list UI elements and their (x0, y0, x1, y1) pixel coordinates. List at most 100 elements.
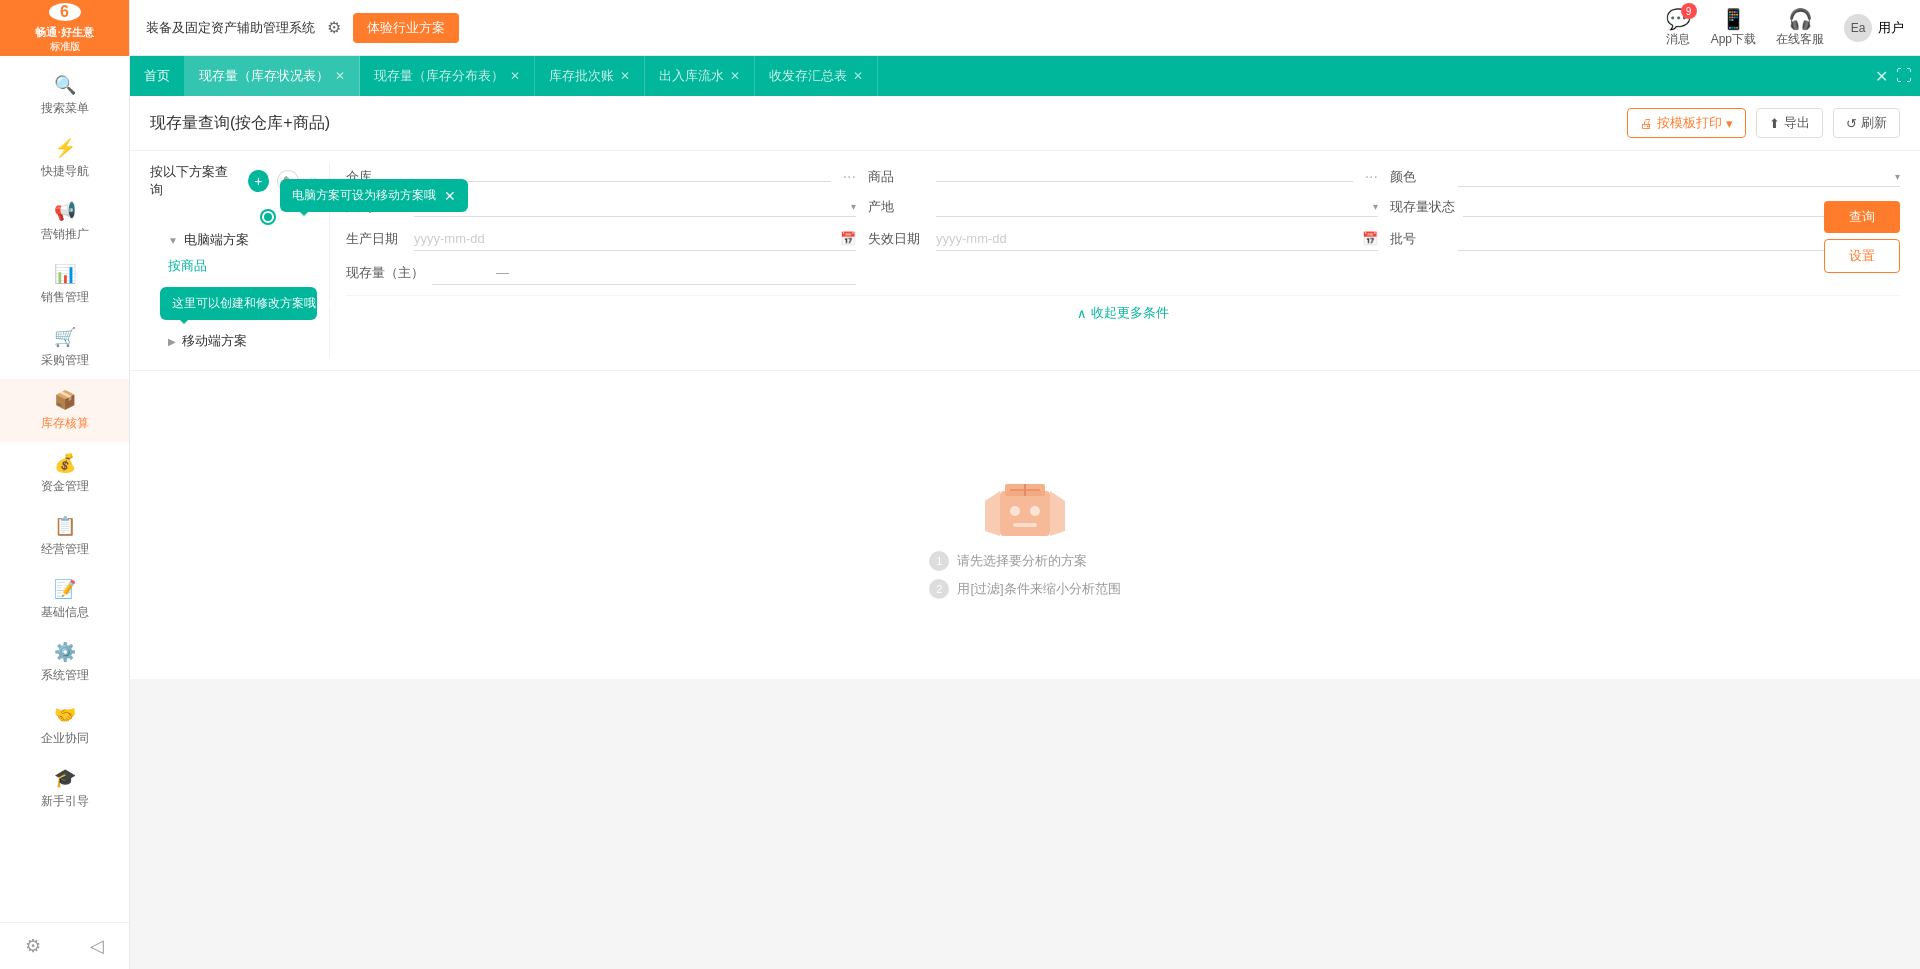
filter-row-2: 尺码 ▾ 产地 ▾ (346, 197, 1900, 217)
sidebar-item-enterprise[interactable]: 🤝 企业协同 (0, 694, 129, 757)
goods-dots-icon[interactable]: ··· (1365, 168, 1378, 186)
main-content: 现存量查询(按仓库+商品) 🖨 按模板打印 ▾ ⬆ 导出 ↺ 刷新 (130, 96, 1920, 969)
stock-sep: — (496, 265, 509, 280)
sidebar-item-quick-nav[interactable]: ⚡ 快捷导航 (0, 127, 129, 190)
svg-rect-0 (1000, 491, 1050, 536)
logo-area: 6 畅通·好生意 标准版 (0, 0, 129, 56)
produce-date-start[interactable]: yyyy-mm-dd 📅 (414, 227, 856, 251)
logo-sub: 标准版 (50, 40, 80, 54)
page-title: 现存量查询(按仓库+商品) (150, 113, 330, 134)
page-header: 现存量查询(按仓库+商品) 🖨 按模板打印 ▾ ⬆ 导出 ↺ 刷新 (130, 96, 1920, 151)
tab-home-label: 首页 (144, 67, 170, 85)
tab-close-icon[interactable]: ✕ (853, 69, 863, 83)
field-origin: 产地 ▾ (868, 197, 1378, 217)
tab-maximize-icon[interactable]: ⛶ (1896, 67, 1912, 85)
empty-illustration (975, 451, 1075, 551)
stock-status-label: 现存量状态 (1390, 198, 1455, 216)
refresh-button[interactable]: ↺ 刷新 (1833, 108, 1900, 138)
online-support-item[interactable]: 🎧 在线客服 (1776, 7, 1824, 48)
filter-row-3: 生产日期 yyyy-mm-dd 📅 失效日期 yyyy-mm-dd (346, 227, 1900, 251)
sidebar-item-label: 搜索菜单 (41, 100, 89, 117)
tooltip1-bubble-wrap: 电脑方案可设为移动方案哦 ✕ (280, 179, 468, 212)
pc-scheme-item-1[interactable]: 按商品 (160, 253, 317, 279)
tab-in-out-flow[interactable]: 出入库流水 ✕ (645, 56, 755, 96)
size-select[interactable]: ▾ (414, 197, 856, 217)
purchase-icon: 🛒 (54, 326, 76, 348)
nav-menu: 🔍 搜索菜单 ⚡ 快捷导航 📢 营销推广 📊 销售管理 🛒 采购管理 📦 库存核… (0, 56, 129, 922)
size-arrow-icon: ▾ (851, 201, 856, 212)
field-color: 颜色 ▾ (1390, 167, 1900, 187)
quick-nav-icon: ⚡ (54, 137, 76, 159)
warehouse-dots-icon[interactable]: ··· (843, 168, 856, 186)
trial-button[interactable]: 体验行业方案 (353, 13, 459, 43)
produce-date-calendar-icon[interactable]: 📅 (840, 231, 856, 246)
collapse-button[interactable]: ∧ 收起更多条件 (346, 295, 1900, 330)
scheme-panel: 按以下方案查询 + ✎ « 电脑方案可设为移动方案哦 ✕ (150, 163, 330, 358)
tab-batch-account[interactable]: 库存批次账 ✕ (535, 56, 645, 96)
goods-input[interactable] (936, 173, 1353, 182)
tab-recv-send[interactable]: 收发存汇总表 ✕ (755, 56, 878, 96)
step1-text: 请先选择要分析的方案 (957, 552, 1087, 570)
sidebar-item-sales[interactable]: 📊 销售管理 (0, 253, 129, 316)
tooltip2-close[interactable]: ✕ (324, 296, 336, 312)
tab-close-icon[interactable]: ✕ (335, 69, 345, 83)
sidebar-item-finance[interactable]: 💰 资金管理 (0, 442, 129, 505)
tab-home[interactable]: 首页 (130, 56, 185, 96)
tab-stock-dist[interactable]: 现存量（库存分布表） ✕ (360, 56, 535, 96)
export-button[interactable]: ⬆ 导出 (1756, 108, 1823, 138)
pc-scheme-label: 电脑端方案 (184, 231, 249, 249)
expire-date-start[interactable]: yyyy-mm-dd 📅 (936, 227, 1378, 251)
tab-close-icon[interactable]: ✕ (730, 69, 740, 83)
tooltip2-container: 这里可以创建和修改方案哦 ✕ (160, 287, 317, 320)
sidebar-item-operation[interactable]: 📋 经营管理 (0, 505, 129, 568)
tab-close-icon[interactable]: ✕ (620, 69, 630, 83)
sidebar-item-label: 基础信息 (41, 604, 89, 621)
search-menu-icon: 🔍 (54, 74, 76, 96)
dot-indicator (262, 211, 274, 223)
export-icon: ⬆ (1769, 116, 1780, 131)
logo-icon: 6 (49, 3, 81, 21)
add-scheme-button[interactable]: + (248, 170, 270, 192)
tab-stock-status[interactable]: 现存量（库存状况表） ✕ (185, 56, 360, 96)
tab-right-actions: ✕ ⛶ (1875, 67, 1920, 86)
expire-date-calendar-icon[interactable]: 📅 (1362, 231, 1378, 246)
search-button[interactable]: 查询 (1824, 201, 1900, 233)
message-icon-item[interactable]: 💬 消息 9 (1666, 7, 1691, 48)
svg-point-4 (1010, 506, 1020, 516)
reset-button[interactable]: 设置 (1824, 239, 1900, 273)
tab-close-all-icon[interactable]: ✕ (1875, 67, 1888, 86)
tab-bar: 首页 现存量（库存状况表） ✕ 现存量（库存分布表） ✕ 库存批次账 ✕ 出入库… (130, 56, 1920, 96)
scheme-tree: ▼ 电脑端方案 按商品 这里可以创建和修改方案哦 ✕ (160, 227, 317, 354)
mobile-scheme-arrow: ▶ (168, 336, 176, 347)
sidebar-item-inventory[interactable]: 📦 库存核算 (0, 379, 129, 442)
message-label: 消息 (1666, 31, 1690, 48)
tab-close-icon[interactable]: ✕ (510, 69, 520, 83)
content-area: 现存量查询(按仓库+商品) 🖨 按模板打印 ▾ ⬆ 导出 ↺ 刷新 (130, 96, 1920, 679)
sidebar-bottom: ⚙ ◁ (0, 922, 129, 969)
sidebar-item-basic-info[interactable]: 📝 基础信息 (0, 568, 129, 631)
sidebar-item-system[interactable]: ⚙️ 系统管理 (0, 631, 129, 694)
empty-step-1: 1 请先选择要分析的方案 (929, 551, 1120, 571)
origin-select[interactable]: ▾ (936, 197, 1378, 217)
filter-row-4: 现存量（主） — (346, 261, 1900, 285)
warehouse-input[interactable] (414, 173, 831, 182)
sidebar-item-marketing[interactable]: 📢 营销推广 (0, 190, 129, 253)
pc-scheme-header[interactable]: ▼ 电脑端方案 (160, 227, 317, 253)
svg-marker-8 (1050, 491, 1065, 536)
user-area[interactable]: Ea 用户 (1844, 14, 1904, 42)
app-download-item[interactable]: 📱 App下载 (1711, 7, 1756, 48)
system-settings-icon[interactable]: ⚙ (327, 18, 341, 37)
expire-date-placeholder: yyyy-mm-dd (936, 231, 1007, 246)
tooltip1-close[interactable]: ✕ (444, 188, 456, 204)
operation-icon: 📋 (54, 515, 76, 537)
sidebar-item-search-menu[interactable]: 🔍 搜索菜单 (0, 64, 129, 127)
template-print-button[interactable]: 🖨 按模板打印 ▾ (1627, 108, 1746, 138)
settings-icon[interactable]: ⚙ (25, 935, 41, 957)
color-select[interactable]: ▾ (1458, 167, 1900, 187)
collapse-sidebar-icon[interactable]: ◁ (90, 935, 104, 957)
collapse-label: 收起更多条件 (1091, 304, 1169, 322)
sidebar-item-purchase[interactable]: 🛒 采购管理 (0, 316, 129, 379)
stock-min-input[interactable] (432, 265, 492, 280)
mobile-scheme-header[interactable]: ▶ 移动端方案 (160, 328, 317, 354)
sidebar-item-guide[interactable]: 🎓 新手引导 (0, 757, 129, 820)
